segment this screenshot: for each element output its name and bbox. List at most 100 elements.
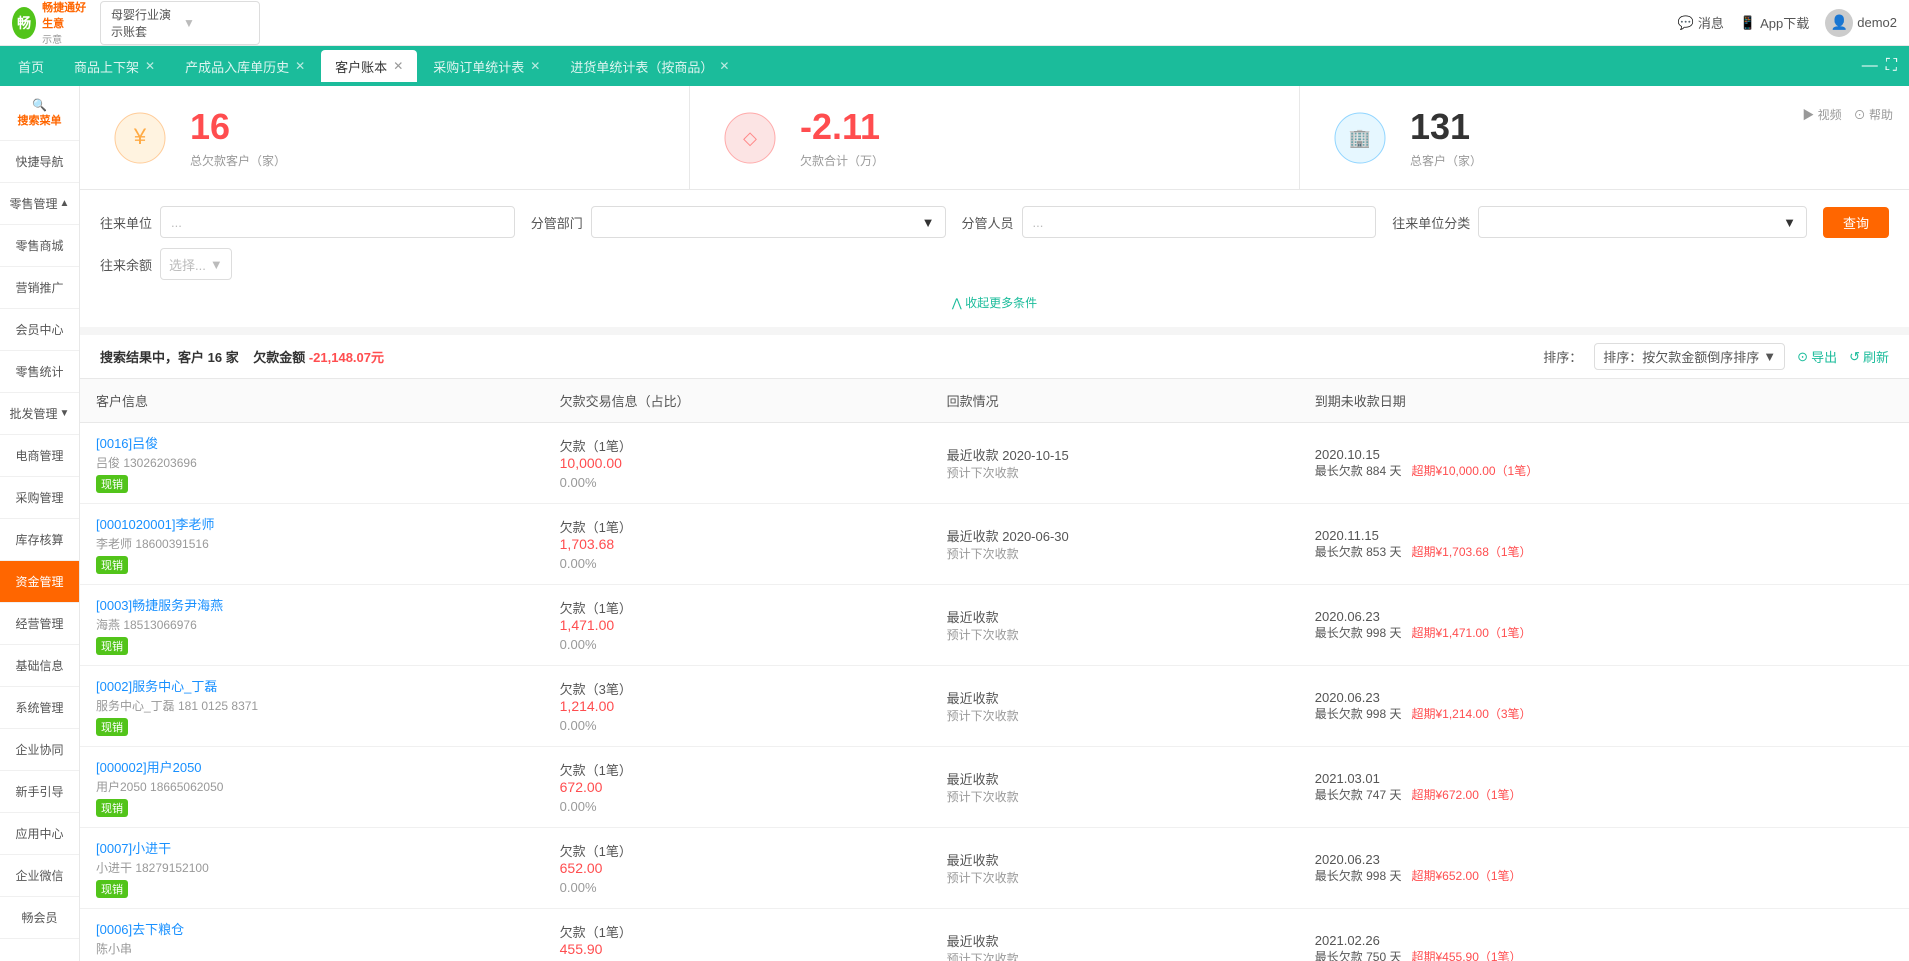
- debt-amount-6[interactable]: 455.90: [560, 941, 915, 957]
- latest-collect-0: 最近收款 2020-10-15: [947, 445, 1283, 464]
- customer-name-2[interactable]: [0003]畅捷服务尹海燕: [96, 595, 528, 614]
- customer-name-6[interactable]: [0006]去下粮仓: [96, 919, 528, 938]
- sidebar-item-vip-member[interactable]: 畅会员: [0, 897, 79, 939]
- debt-amount-0[interactable]: 10,000.00: [560, 455, 915, 471]
- sidebar-item-inventory[interactable]: 库存核算: [0, 519, 79, 561]
- debt-amount-5[interactable]: 652.00: [560, 860, 915, 876]
- customer-sub-3: 服务中心_丁磊 181 0125 8371: [96, 697, 528, 714]
- sidebar-item-search-menu[interactable]: 🔍 搜索菜单: [0, 86, 79, 141]
- store-selector[interactable]: 母婴行业演示账套 ▼: [100, 1, 260, 45]
- filter-from-unit: 往来单位 ...: [100, 206, 515, 238]
- debt-count-4: 欠款（1笔）: [560, 760, 915, 779]
- sidebar-item-member-center[interactable]: 会员中心: [0, 309, 79, 351]
- dept-label: 分管部门: [531, 213, 583, 232]
- user-avatar: 👤: [1825, 9, 1853, 37]
- overdue-days-2: 最长欠款 998 天 超期¥1,471.00（1笔）: [1315, 624, 1893, 641]
- sidebar-item-retail-mgmt[interactable]: 零售管理 ▲: [0, 183, 79, 225]
- video-btn[interactable]: ▶ 视频: [1802, 106, 1841, 123]
- sidebar-item-basic-info[interactable]: 基础信息: [0, 645, 79, 687]
- sidebar-item-system-mgmt[interactable]: 系统管理: [0, 687, 79, 729]
- overdue-amount-5[interactable]: 超期¥652.00（1笔）: [1412, 869, 1522, 883]
- sidebar-item-ecommerce[interactable]: 电商管理: [0, 435, 79, 477]
- overdue-amount-0[interactable]: 超期¥10,000.00（1笔）: [1412, 464, 1539, 478]
- from-unit-label: 往来单位: [100, 213, 152, 232]
- person-input[interactable]: ...: [1022, 206, 1377, 238]
- sidebar-item-retail-mall[interactable]: 零售商城: [0, 225, 79, 267]
- sidebar-item-business-mgmt[interactable]: 经营管理: [0, 603, 79, 645]
- tab-customer-account[interactable]: 客户账本 ✕: [321, 50, 417, 82]
- tab-production-history[interactable]: 产成品入库单历史 ✕: [171, 50, 319, 82]
- refresh-btn[interactable]: ↺ 刷新: [1849, 347, 1889, 366]
- app-download-btn[interactable]: 📱 App下载: [1740, 13, 1809, 32]
- cell-collection-2: 最近收款 预计下次收款: [931, 585, 1299, 666]
- sidebar-item-batch-mgmt[interactable]: 批发管理 ▼: [0, 393, 79, 435]
- customer-sub-1: 李老师 18600391516: [96, 535, 528, 552]
- balance-select[interactable]: 选择... ▼: [160, 248, 232, 280]
- tab-close-customer-account[interactable]: ✕: [393, 59, 403, 73]
- sidebar-item-quick-nav[interactable]: 快捷导航: [0, 141, 79, 183]
- export-btn[interactable]: ⊙ 导出: [1797, 347, 1837, 366]
- customer-tag-1: 现销: [96, 556, 128, 574]
- customer-name-1[interactable]: [0001020001]李老师: [96, 514, 528, 533]
- table-row: [0006]去下粮仓 陈小串 现销 欠款（1笔） 455.90 0.00% 最近…: [80, 909, 1909, 961]
- debt-amount-2[interactable]: 1,471.00: [560, 617, 915, 633]
- tab-close-purchase-order[interactable]: ✕: [530, 59, 540, 73]
- customer-name-5[interactable]: [0007]小进干: [96, 838, 528, 857]
- tab-close-production-history[interactable]: ✕: [295, 59, 305, 73]
- filter-balance: 往来余额 选择... ▼: [100, 248, 1889, 280]
- customer-sub-2: 海燕 18513066976: [96, 616, 528, 633]
- sidebar-item-retail-stats[interactable]: 零售统计: [0, 351, 79, 393]
- debt-amount-4[interactable]: 672.00: [560, 779, 915, 795]
- sidebar-item-marketing[interactable]: 营销推广: [0, 267, 79, 309]
- overdue-amount-1[interactable]: 超期¥1,703.68（1笔）: [1412, 545, 1532, 559]
- tab-purchase-stats[interactable]: 进货单统计表（按商品） ✕: [556, 50, 743, 82]
- sidebar-item-finance[interactable]: 资金管理: [0, 561, 79, 603]
- user-menu[interactable]: 👤 demo2: [1825, 9, 1897, 37]
- debt-ratio-2: 0.00%: [560, 637, 915, 652]
- debt-amount-3[interactable]: 1,214.00: [560, 698, 915, 714]
- overdue-amount-4[interactable]: 超期¥672.00（1笔）: [1412, 788, 1522, 802]
- overdue-amount-6[interactable]: 超期¥455.90（1笔）: [1412, 950, 1522, 961]
- tab-home[interactable]: 首页: [4, 50, 58, 82]
- tab-close-purchase-stats[interactable]: ✕: [719, 59, 729, 73]
- cell-debt-5: 欠款（1笔） 652.00 0.00%: [544, 828, 931, 909]
- tab-minimize-btn[interactable]: —: [1862, 57, 1878, 75]
- stat-card-debt-total: ◇ -2.11 欠款合计（万）: [690, 86, 1300, 189]
- tab-product-shelf[interactable]: 商品上下架 ✕: [60, 50, 169, 82]
- cell-collection-5: 最近收款 预计下次收款: [931, 828, 1299, 909]
- customer-name-0[interactable]: [0016]吕俊: [96, 433, 528, 452]
- sidebar-item-enterprise-wechat[interactable]: 企业微信: [0, 855, 79, 897]
- col-header-debt: 欠款交易信息（占比）: [544, 379, 931, 423]
- tab-purchase-order[interactable]: 采购订单统计表 ✕: [419, 50, 554, 82]
- sidebar-item-purchase-mgmt[interactable]: 采购管理: [0, 477, 79, 519]
- sidebar-item-app-center[interactable]: 应用中心: [0, 813, 79, 855]
- search-button[interactable]: 查询: [1823, 207, 1889, 238]
- message-btn[interactable]: 💬 消息: [1678, 13, 1724, 32]
- stat-label-1: 总欠款客户（家）: [190, 152, 286, 169]
- dept-select[interactable]: ▼: [591, 206, 946, 238]
- due-date-6: 2021.02.26: [1315, 933, 1893, 948]
- tab-maximize-btn[interactable]: ⛶: [1886, 57, 1897, 75]
- latest-collect-1: 最近收款 2020-06-30: [947, 526, 1283, 545]
- customer-name-3[interactable]: [0002]服务中心_丁磊: [96, 676, 528, 695]
- search-icon: 🔍: [32, 98, 47, 112]
- next-collect-3: 预计下次收款: [947, 707, 1283, 724]
- col-header-collection: 回款情况: [931, 379, 1299, 423]
- overdue-amount-3[interactable]: 超期¥1,214.00（3笔）: [1412, 707, 1532, 721]
- sidebar-item-enterprise-coop[interactable]: 企业协同: [0, 729, 79, 771]
- unit-classify-select[interactable]: ▼: [1478, 206, 1807, 238]
- sidebar-item-new-guide[interactable]: 新手引导: [0, 771, 79, 813]
- cell-debt-2: 欠款（1笔） 1,471.00 0.00%: [544, 585, 931, 666]
- overdue-amount-2[interactable]: 超期¥1,471.00（1笔）: [1412, 626, 1532, 640]
- tab-close-product-shelf[interactable]: ✕: [145, 59, 155, 73]
- customer-name-4[interactable]: [000002]用户2050: [96, 757, 528, 776]
- sort-select[interactable]: 排序：按欠款金额倒序排序 ▼: [1594, 343, 1785, 370]
- from-unit-input[interactable]: ...: [160, 206, 515, 238]
- debt-amount-1[interactable]: 1,703.68: [560, 536, 915, 552]
- result-bar: 搜索结果中，客户 16 家 欠款金额 -21,148.07元 排序： 排序：按欠…: [80, 335, 1909, 379]
- customer-sub-6: 陈小串: [96, 940, 528, 957]
- collapse-btn[interactable]: ⋀ 收起更多条件: [952, 296, 1037, 310]
- filter-row-2: 往来余额 选择... ▼: [100, 248, 1889, 280]
- help-btn[interactable]: ⊙ 帮助: [1854, 106, 1893, 123]
- mobile-icon: 📱: [1740, 15, 1756, 31]
